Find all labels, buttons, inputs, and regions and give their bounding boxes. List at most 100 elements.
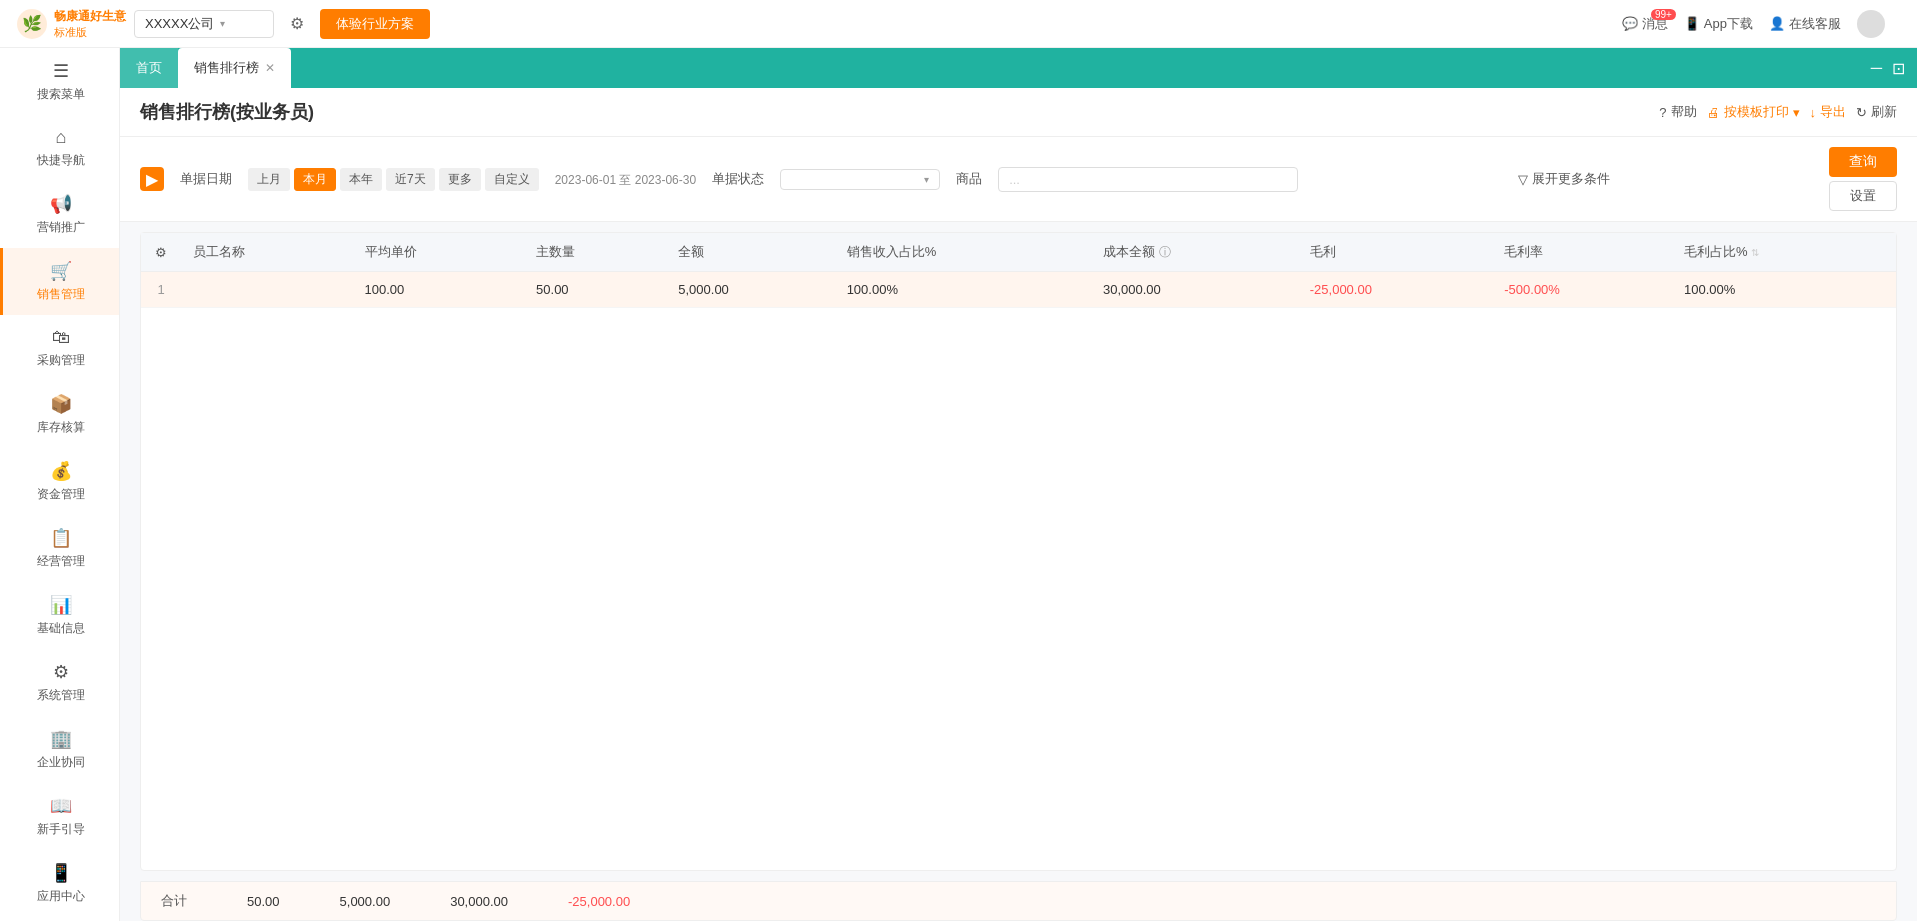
filter-bar: ▶ 单据日期 上月 本月 本年 近7天 更多 自定义 2023-06-01 至 …	[120, 137, 1917, 222]
cell-profit: -25,000.00	[1298, 272, 1493, 308]
col-settings[interactable]: ⚙	[141, 233, 181, 272]
sidebar-item-enterprise[interactable]: 🏢 企业协同	[0, 716, 119, 783]
refresh-icon: ↻	[1856, 105, 1867, 120]
download-icon: 📱	[1684, 16, 1700, 31]
footer-profit: -25,000.00	[568, 894, 630, 909]
settings-icon[interactable]: ⚙	[282, 9, 312, 39]
export-button[interactable]: ↓ 导出	[1810, 103, 1847, 121]
sidebar-label-enterprise: 企业协同	[37, 754, 85, 771]
footer-quantity: 50.00	[247, 894, 280, 909]
sidebar-item-quick-nav[interactable]: ⌂ 快捷导航	[0, 115, 119, 181]
sidebar-item-inventory[interactable]: 📦 库存核算	[0, 381, 119, 448]
page-header: 销售排行榜(按业务员) ? 帮助 🖨 按模板打印 ▾ ↓ 导出	[120, 88, 1917, 137]
sidebar-item-wechat[interactable]: 💬 企业微信	[0, 917, 119, 921]
query-actions: 查询 设置	[1829, 147, 1897, 211]
date-btn-custom[interactable]: 自定义	[485, 168, 539, 191]
operations-icon: 📋	[50, 527, 72, 549]
sidebar-label-marketing: 营销推广	[37, 219, 85, 236]
header-right: 💬 消息 99+ 📱 App下载 👤 在线客服	[1622, 10, 1901, 38]
status-chevron-icon: ▾	[924, 174, 929, 185]
filter-expand-arrow[interactable]: ▶	[140, 167, 164, 191]
sidebar-item-search-order[interactable]: ☰ 搜索菜单	[0, 48, 119, 115]
sidebar-item-basic-info[interactable]: 📊 基础信息	[0, 582, 119, 649]
sidebar-item-sales[interactable]: 🛒 销售管理	[0, 248, 119, 315]
sidebar-label-finance: 资金管理	[37, 486, 85, 503]
col-profit: 毛利	[1298, 233, 1493, 272]
data-table: ⚙ 员工名称 平均单价 主数量 全额	[141, 233, 1896, 308]
sidebar-item-system[interactable]: ⚙ 系统管理	[0, 649, 119, 716]
page-title: 销售排行榜(按业务员)	[140, 100, 314, 124]
tab-home-label: 首页	[136, 59, 162, 77]
purchase-icon: 🛍	[52, 327, 70, 348]
page-content: 销售排行榜(按业务员) ? 帮助 🖨 按模板打印 ▾ ↓ 导出	[120, 88, 1917, 921]
help-icon: ?	[1659, 105, 1666, 120]
sidebar-label-app-center: 应用中心	[37, 888, 85, 905]
main-layout: ☰ 搜索菜单 ⌂ 快捷导航 📢 营销推广 🛒 销售管理 🛍 采购管理 📦 库存核…	[0, 48, 1917, 921]
sidebar-item-finance[interactable]: 💰 资金管理	[0, 448, 119, 515]
settings-button[interactable]: 设置	[1829, 181, 1897, 211]
col-profit-pct: 毛利占比% ⇅	[1672, 233, 1896, 272]
help-button[interactable]: ? 帮助	[1659, 103, 1696, 121]
top-header: 🌿 畅康通好生意 标准版 XXXXX公司 ▾ ⚙ 体验行业方案 💬 消息 99+…	[0, 0, 1917, 48]
cost-info-icon[interactable]: ⓘ	[1159, 245, 1171, 259]
date-btn-this-year[interactable]: 本年	[340, 168, 382, 191]
marketing-icon: 📢	[50, 193, 72, 215]
sidebar-item-guide[interactable]: 📖 新手引导	[0, 783, 119, 850]
expand-down-icon: ▽	[1518, 172, 1528, 187]
cell-amount: 5,000.00	[666, 272, 834, 308]
inventory-icon: 📦	[50, 393, 72, 415]
print-icon: 🖨	[1707, 105, 1720, 120]
col-quantity: 主数量	[524, 233, 666, 272]
online-service-button[interactable]: 👤 在线客服	[1769, 15, 1841, 33]
company-selector[interactable]: XXXXX公司 ▾	[134, 10, 274, 38]
cell-avg-price: 100.00	[353, 272, 525, 308]
goods-input[interactable]: ...	[998, 167, 1298, 192]
print-chevron-icon: ▾	[1793, 105, 1800, 120]
page-actions: ? 帮助 🖨 按模板打印 ▾ ↓ 导出 ↻ 刷新	[1659, 103, 1897, 121]
col-avg-price: 平均单价	[353, 233, 525, 272]
date-btn-more[interactable]: 更多	[439, 168, 481, 191]
table-footer: 合计 50.00 5,000.00 30,000.00 -25,000.00	[140, 881, 1897, 921]
col-amount: 全额	[666, 233, 834, 272]
table-container: ⚙ 员工名称 平均单价 主数量 全额	[140, 232, 1897, 871]
date-btn-7days[interactable]: 近7天	[386, 168, 435, 191]
table-row: 1100.0050.005,000.00100.00%30,000.00-25,…	[141, 272, 1896, 308]
query-button[interactable]: 查询	[1829, 147, 1897, 177]
print-button[interactable]: 🖨 按模板打印 ▾	[1707, 103, 1800, 121]
service-icon: 👤	[1769, 16, 1785, 31]
message-button[interactable]: 💬 消息 99+	[1622, 15, 1668, 33]
logo-icon: 🌿	[16, 8, 48, 40]
col-cost: 成本全额 ⓘ	[1091, 233, 1298, 272]
guide-icon: 📖	[50, 795, 72, 817]
tab-home[interactable]: 首页	[120, 48, 178, 88]
try-button[interactable]: 体验行业方案	[320, 9, 430, 39]
tab-close-icon[interactable]: ✕	[265, 61, 275, 75]
avatar	[1857, 10, 1885, 38]
date-btn-this-month[interactable]: 本月	[294, 168, 336, 191]
tab-minimize-icon[interactable]: ─	[1871, 59, 1882, 77]
date-btn-last-month[interactable]: 上月	[248, 168, 290, 191]
cell-profit-pct: 100.00%	[1672, 272, 1896, 308]
sidebar-item-marketing[interactable]: 📢 营销推广	[0, 181, 119, 248]
app-download-button[interactable]: 📱 App下载	[1684, 15, 1753, 33]
refresh-button[interactable]: ↻ 刷新	[1856, 103, 1897, 121]
quick-nav-icon: ⌂	[56, 127, 67, 148]
footer-cost: 30,000.00	[450, 894, 508, 909]
col-sales-pct: 销售收入占比%	[835, 233, 1091, 272]
cell-name	[181, 272, 353, 308]
profit-pct-sort-icon[interactable]: ⇅	[1751, 247, 1759, 258]
status-select[interactable]: ▾	[780, 169, 940, 190]
tab-restore-icon[interactable]: ⊡	[1892, 59, 1905, 78]
footer-amount: 5,000.00	[340, 894, 391, 909]
tab-sales-ranking-label: 销售排行榜	[194, 59, 259, 77]
sidebar-item-operations[interactable]: 📋 经营管理	[0, 515, 119, 582]
sidebar-item-purchase[interactable]: 🛍 采购管理	[0, 315, 119, 381]
expand-more-button[interactable]: ▽ 展开更多条件	[1518, 170, 1610, 188]
tab-sales-ranking[interactable]: 销售排行榜 ✕	[178, 48, 291, 88]
tab-bar-right: ─ ⊡	[1859, 48, 1917, 88]
export-icon: ↓	[1810, 105, 1817, 120]
message-badge: 99+	[1651, 9, 1676, 20]
content-area: 首页 销售排行榜 ✕ ─ ⊡ 销售排行榜(按业务员) ? 帮助	[120, 48, 1917, 921]
sidebar-item-app-center[interactable]: 📱 应用中心	[0, 850, 119, 917]
system-icon: ⚙	[53, 661, 69, 683]
